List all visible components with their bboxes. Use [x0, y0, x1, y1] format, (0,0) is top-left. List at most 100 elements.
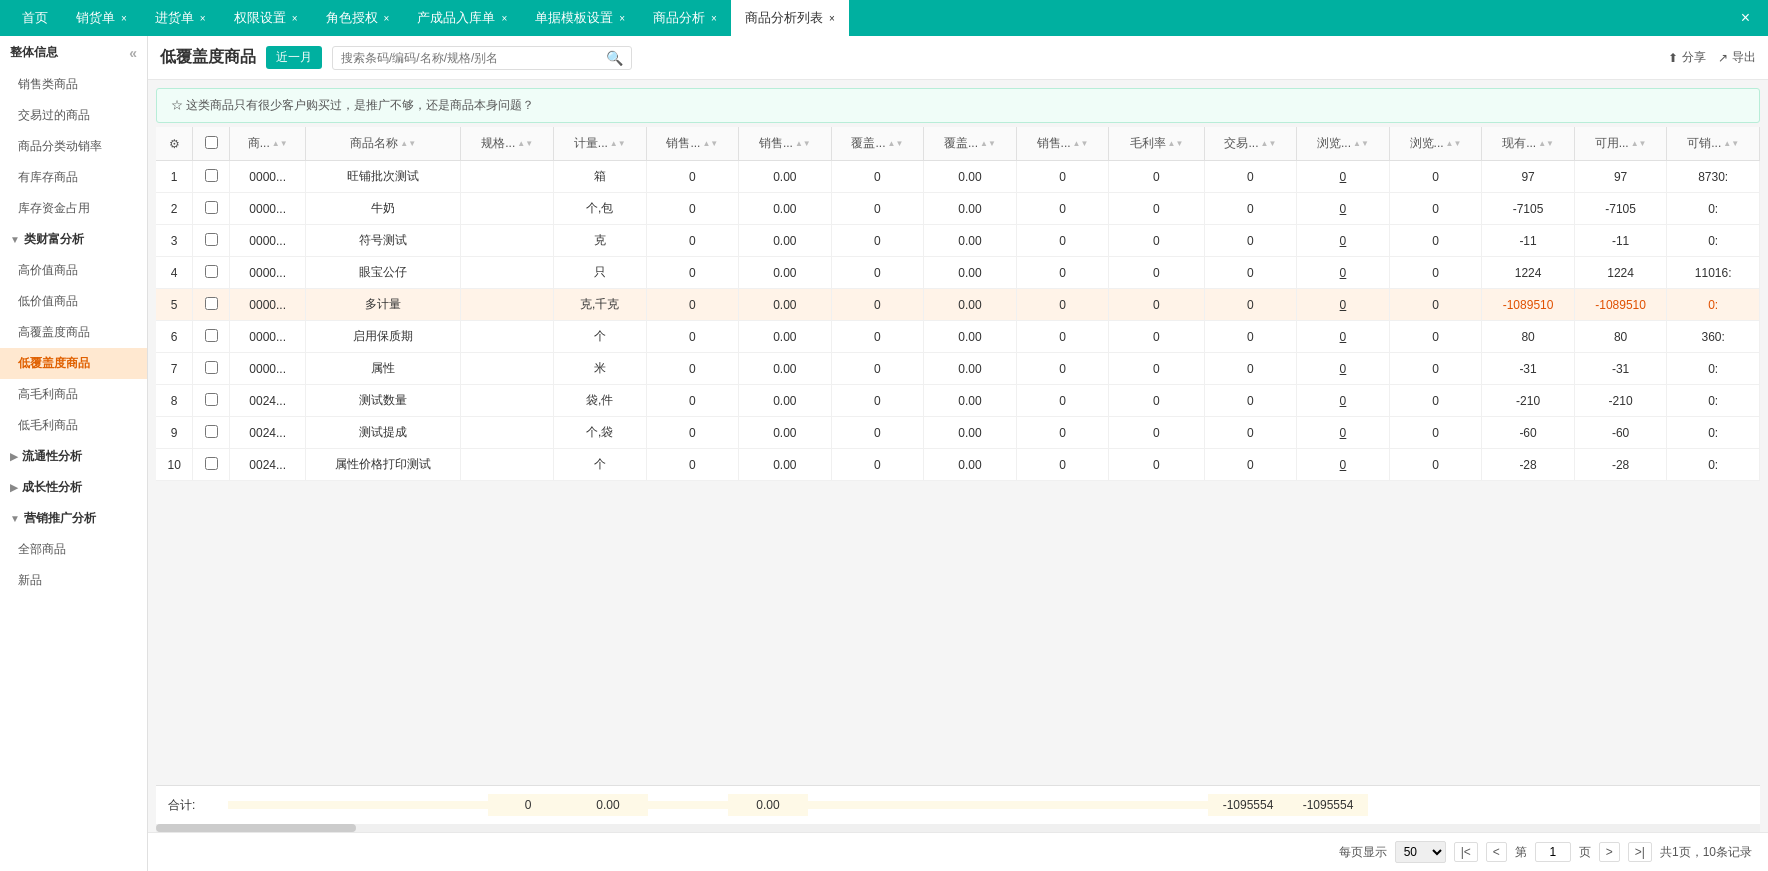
sort-icon[interactable]: ▲▼ [887, 140, 903, 148]
th-browse1[interactable]: 浏览...▲▼ [1297, 127, 1390, 161]
sidebar-group-marketing[interactable]: ▼ 营销推广分析 [0, 503, 147, 534]
th-sales3[interactable]: 销售...▲▼ [1016, 127, 1109, 161]
row-browse1[interactable]: 0 [1297, 161, 1390, 193]
row-checkbox[interactable] [193, 225, 230, 257]
sidebar-item-high-value[interactable]: 高价值商品 [0, 255, 147, 286]
last-page-button[interactable]: >| [1628, 842, 1652, 862]
sidebar-item-in-stock[interactable]: 有库存商品 [0, 162, 147, 193]
share-button[interactable]: ⬆ 分享 [1668, 49, 1706, 66]
page-size-select[interactable]: 50 100 200 [1395, 841, 1446, 863]
nav-template-settings[interactable]: 单据模板设置 × [521, 0, 639, 36]
nav-product-analysis-list[interactable]: 商品分析列表 × [731, 0, 849, 36]
search-input[interactable] [341, 51, 602, 65]
sort-icon[interactable]: ▲▼ [1168, 140, 1184, 148]
sort-icon[interactable]: ▲▼ [1261, 140, 1277, 148]
row-checkbox[interactable] [193, 321, 230, 353]
sort-icon[interactable]: ▲▼ [610, 140, 626, 148]
row-checkbox[interactable] [193, 385, 230, 417]
sidebar-overall-section[interactable]: 整体信息 « [0, 36, 147, 69]
th-cover1[interactable]: 覆盖...▲▼ [831, 127, 924, 161]
row-select-checkbox[interactable] [205, 329, 218, 342]
th-unit[interactable]: 计量...▲▼ [553, 127, 646, 161]
settings-icon[interactable]: ⚙ [169, 137, 180, 151]
th-trade[interactable]: 交易...▲▼ [1204, 127, 1297, 161]
sidebar-item-all-goods[interactable]: 全部商品 [0, 534, 147, 565]
page-number-input[interactable] [1535, 842, 1571, 862]
close-icon[interactable]: × [501, 13, 507, 24]
collapse-icon[interactable]: « [129, 45, 137, 61]
close-icon[interactable]: × [384, 13, 390, 24]
row-browse1[interactable]: 0 [1297, 225, 1390, 257]
sidebar-group-growth[interactable]: ▶ 成长性分析 [0, 472, 147, 503]
sort-icon[interactable]: ▲▼ [517, 140, 533, 148]
row-browse1[interactable]: 0 [1297, 449, 1390, 481]
sidebar-item-low-coverage[interactable]: 低覆盖度商品 [0, 348, 147, 379]
window-close-button[interactable]: × [1731, 9, 1760, 27]
row-select-checkbox[interactable] [205, 265, 218, 278]
row-checkbox[interactable] [193, 161, 230, 193]
nav-permission-settings[interactable]: 权限设置 × [220, 0, 312, 36]
sidebar-item-new-goods[interactable]: 新品 [0, 565, 147, 596]
nav-home[interactable]: 首页 [8, 0, 62, 36]
th-saleable[interactable]: 可销...▲▼ [1667, 127, 1760, 161]
export-button[interactable]: ↗ 导出 [1718, 49, 1756, 66]
nav-role-auth[interactable]: 角色授权 × [312, 0, 404, 36]
row-checkbox[interactable] [193, 417, 230, 449]
sidebar-item-low-value[interactable]: 低价值商品 [0, 286, 147, 317]
sort-icon[interactable]: ▲▼ [1631, 140, 1647, 148]
th-gross-margin[interactable]: 毛利率▲▼ [1109, 127, 1204, 161]
th-available-qty[interactable]: 可用...▲▼ [1574, 127, 1667, 161]
sort-icon[interactable]: ▲▼ [1073, 140, 1089, 148]
close-icon[interactable]: × [200, 13, 206, 24]
row-select-checkbox[interactable] [205, 233, 218, 246]
prev-page-button[interactable]: < [1486, 842, 1507, 862]
th-sales-amt[interactable]: 销售...▲▼ [739, 127, 832, 161]
select-all-checkbox[interactable] [205, 136, 218, 149]
sort-icon[interactable]: ▲▼ [272, 140, 288, 148]
row-select-checkbox[interactable] [205, 425, 218, 438]
th-cover2[interactable]: 覆盖...▲▼ [924, 127, 1017, 161]
time-filter-button[interactable]: 近一月 [266, 46, 322, 69]
data-table-container[interactable]: ⚙ 商...▲▼ 商品名称▲▼ 规格...▲▼ 计量. [156, 127, 1760, 785]
row-select-checkbox[interactable] [205, 297, 218, 310]
row-checkbox[interactable] [193, 353, 230, 385]
row-browse1[interactable]: 0 [1297, 257, 1390, 289]
sidebar-item-traded-goods[interactable]: 交易过的商品 [0, 100, 147, 131]
sort-icon[interactable]: ▲▼ [980, 140, 996, 148]
row-browse1[interactable]: 0 [1297, 385, 1390, 417]
row-browse1[interactable]: 0 [1297, 353, 1390, 385]
row-browse1[interactable]: 0 [1297, 321, 1390, 353]
search-icon[interactable]: 🔍 [606, 50, 623, 66]
row-checkbox[interactable] [193, 193, 230, 225]
sort-icon[interactable]: ▲▼ [795, 140, 811, 148]
nav-sales-order[interactable]: 销货单 × [62, 0, 141, 36]
sidebar-group-liquidity[interactable]: ▶ 流通性分析 [0, 441, 147, 472]
sort-icon[interactable]: ▲▼ [1353, 140, 1369, 148]
th-current-qty[interactable]: 现有...▲▼ [1482, 127, 1575, 161]
next-page-button[interactable]: > [1599, 842, 1620, 862]
sort-icon[interactable]: ▲▼ [1446, 140, 1462, 148]
sidebar-item-inventory-capital[interactable]: 库存资金占用 [0, 193, 147, 224]
sidebar-item-high-coverage[interactable]: 高覆盖度商品 [0, 317, 147, 348]
row-checkbox[interactable] [193, 289, 230, 321]
sidebar-item-sales-goods[interactable]: 销售类商品 [0, 69, 147, 100]
th-settings[interactable]: ⚙ [156, 127, 193, 161]
sort-icon[interactable]: ▲▼ [702, 140, 718, 148]
th-name[interactable]: 商品名称▲▼ [305, 127, 461, 161]
row-select-checkbox[interactable] [205, 169, 218, 182]
row-select-checkbox[interactable] [205, 457, 218, 470]
scrollbar-thumb[interactable] [156, 824, 356, 832]
th-checkbox[interactable] [193, 127, 230, 161]
th-sales-qty[interactable]: 销售...▲▼ [646, 127, 739, 161]
first-page-button[interactable]: |< [1454, 842, 1478, 862]
row-checkbox[interactable] [193, 449, 230, 481]
th-browse2[interactable]: 浏览...▲▼ [1389, 127, 1482, 161]
sort-icon[interactable]: ▲▼ [1723, 140, 1739, 148]
sort-icon[interactable]: ▲▼ [1538, 140, 1554, 148]
sidebar-group-wealth-analysis[interactable]: ▼ 类财富分析 [0, 224, 147, 255]
close-icon[interactable]: × [121, 13, 127, 24]
close-icon[interactable]: × [619, 13, 625, 24]
th-code[interactable]: 商...▲▼ [230, 127, 305, 161]
nav-product-inbound[interactable]: 产成品入库单 × [403, 0, 521, 36]
close-icon[interactable]: × [292, 13, 298, 24]
